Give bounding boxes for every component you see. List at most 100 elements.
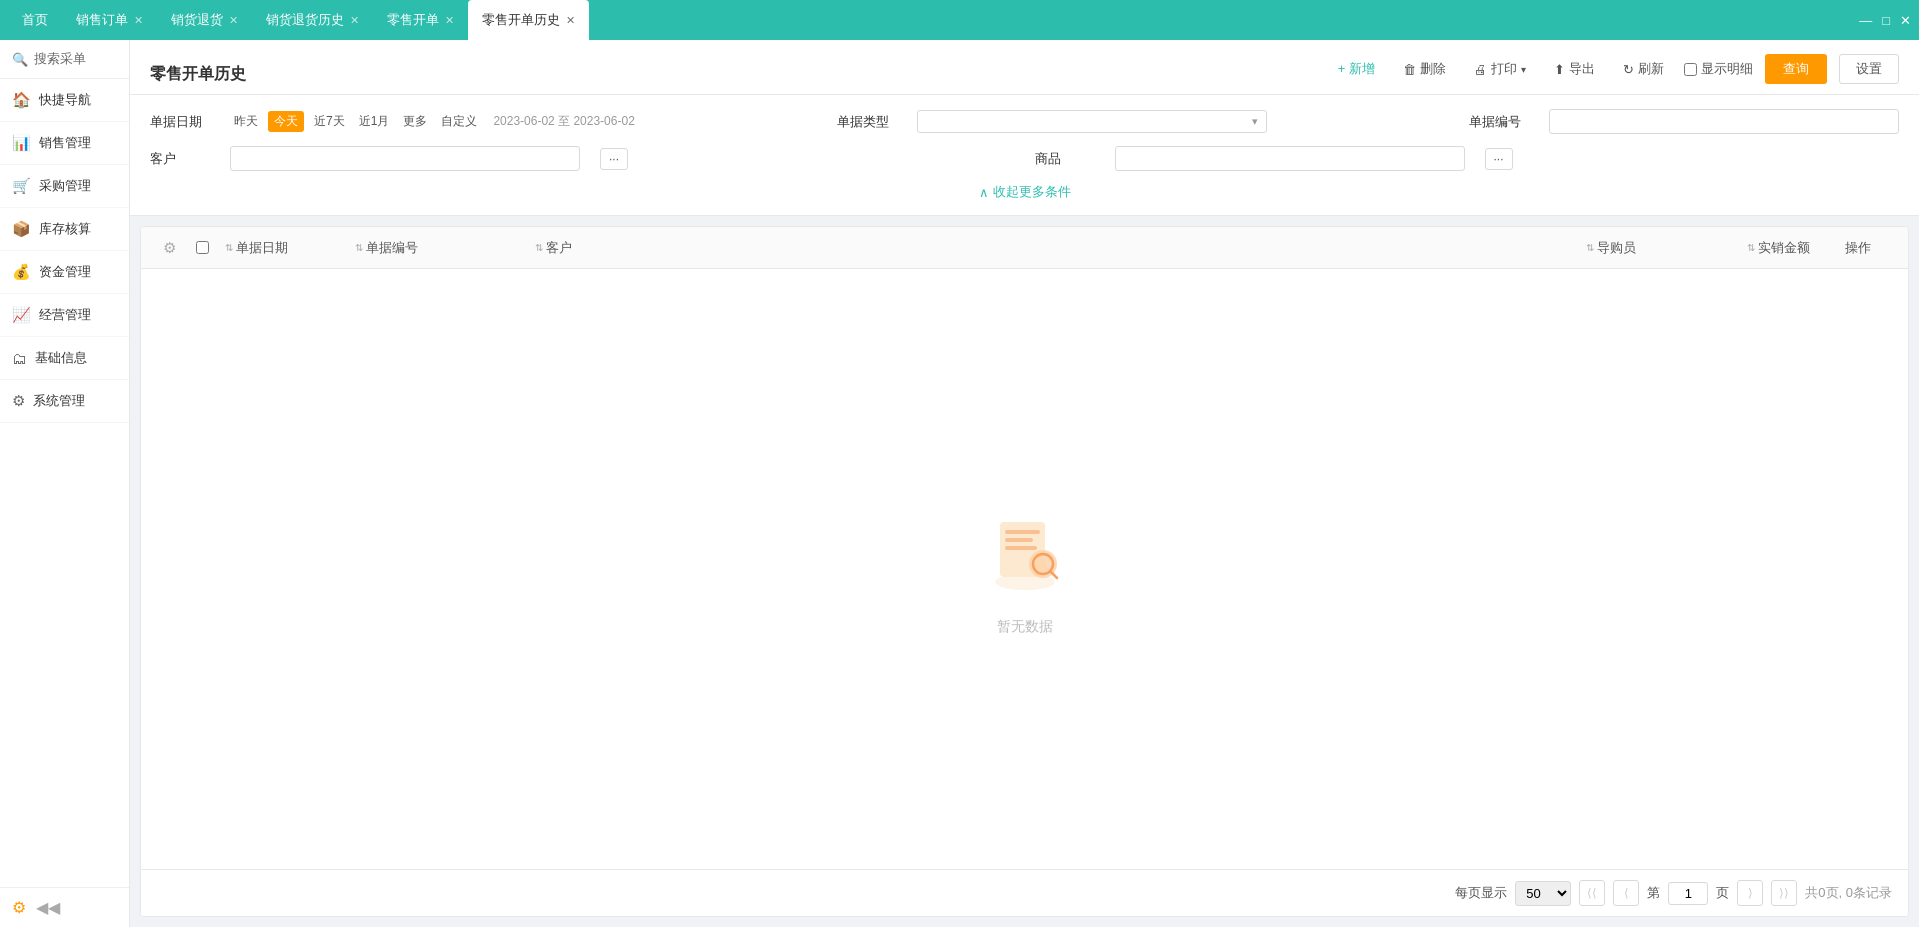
sidebar-collapse-icon[interactable]: ◀◀ [36,898,60,917]
tab-retail-order[interactable]: 零售开单 ✕ [373,0,468,40]
display-detail-toggle[interactable]: 显示明细 [1684,60,1753,78]
basics-icon: 🗂 [12,350,27,367]
last-page-button[interactable]: ⟩⟩ [1771,880,1797,906]
col-guide-sort-icon: ⇅ [1586,242,1594,253]
display-detail-label: 显示明细 [1701,60,1753,78]
date-custom[interactable]: 自定义 [437,111,481,132]
add-label: + 新增 [1338,60,1375,78]
sidebar-item-basics-label: 基础信息 [35,349,87,367]
current-page-input[interactable] [1668,882,1708,905]
empty-icon [975,502,1075,602]
goods-input[interactable] [1115,146,1465,171]
export-label: 导出 [1569,60,1595,78]
customer-input[interactable] [230,146,580,171]
tab-retail-history[interactable]: 零售开单历史 ✕ [468,0,589,40]
date-more[interactable]: 更多 [399,111,431,132]
col-header-customer[interactable]: ⇅ 客户 [527,239,1578,257]
per-page-select[interactable]: 10 20 50 100 [1515,881,1571,906]
display-detail-checkbox[interactable] [1684,63,1697,76]
date-today[interactable]: 今天 [268,111,304,132]
inventory-icon: 📦 [12,220,31,238]
sidebar-search-label: 搜索采单 [34,50,86,68]
search-icon: 🔍 [12,52,28,67]
tab-return-history-close[interactable]: ✕ [350,14,359,27]
customer-ellipsis-button[interactable]: ··· [600,148,628,170]
sidebar-item-purchase[interactable]: 🛒 采购管理 [0,165,129,208]
date-yesterday[interactable]: 昨天 [230,111,262,132]
col-header-guide[interactable]: ⇅ 导购员 [1578,239,1698,257]
sidebar-item-operations[interactable]: 📈 经营管理 [0,294,129,337]
tab-home-label: 首页 [22,11,48,29]
refresh-label: 刷新 [1638,60,1664,78]
add-button[interactable]: + 新增 [1330,56,1383,82]
settings-gear-icon[interactable]: ⚙ [12,898,26,917]
first-page-button[interactable]: ⟨⟨ [1579,880,1605,906]
sidebar-item-system[interactable]: ⚙ 系统管理 [0,380,129,423]
select-all-checkbox-wrap[interactable] [187,241,217,254]
tab-retail-order-label: 零售开单 [387,11,439,29]
col-header-amount[interactable]: ⇅ 实销金额 [1698,239,1818,257]
table-settings-icon[interactable]: ⚙ [151,239,187,257]
top-tabbar: 首页 销售订单 ✕ 销货退货 ✕ 销货退货历史 ✕ 零售开单 ✕ 零售开单历史 … [0,0,1919,40]
page-label-prefix: 第 [1647,884,1660,902]
col-header-date[interactable]: ⇅ 单据日期 [217,239,347,257]
type-select[interactable]: ▾ [917,110,1267,133]
set-button[interactable]: 设置 [1839,54,1899,84]
tab-return[interactable]: 销货退货 ✕ [157,0,252,40]
date-label: 单据日期 [150,113,210,131]
export-icon: ⬆ [1554,62,1565,77]
col-header-order[interactable]: ⇅ 单据编号 [347,239,527,257]
shortcuts-icon: 🏠 [12,91,31,109]
tab-retail-order-close[interactable]: ✕ [445,14,454,27]
tab-sales-order[interactable]: 销售订单 ✕ [62,0,157,40]
sidebar-item-purchase-label: 采购管理 [39,177,91,195]
order-no-label: 单据编号 [1469,113,1529,131]
query-button[interactable]: 查询 [1765,54,1827,84]
sidebar-item-inventory[interactable]: 📦 库存核算 [0,208,129,251]
sidebar-search[interactable]: 🔍 搜索采单 [0,40,129,79]
close-button[interactable]: ✕ [1900,13,1911,28]
tab-return-history-label: 销货退货历史 [266,11,344,29]
collapse-more-button[interactable]: ∧ 收起更多条件 [150,183,1899,201]
tab-home[interactable]: 首页 [8,0,62,40]
page-total: 共0页, 0条记录 [1805,884,1892,902]
operations-icon: 📈 [12,306,31,324]
print-icon: 🖨 [1474,62,1487,77]
tab-return-history[interactable]: 销货退货历史 ✕ [252,0,373,40]
delete-button[interactable]: 🗑 删除 [1395,56,1454,82]
minimize-button[interactable]: — [1859,13,1872,28]
col-guide-label: 导购员 [1597,239,1636,257]
sidebar-item-sales[interactable]: 📊 销售管理 [0,122,129,165]
sidebar-item-basics[interactable]: 🗂 基础信息 [0,337,129,380]
sidebar-item-inventory-label: 库存核算 [39,220,91,238]
date-options: 昨天 今天 近7天 近1月 更多 自定义 2023-06-02 至 2023-0… [230,111,635,132]
order-no-input[interactable] [1549,109,1899,134]
sidebar-item-finance[interactable]: 💰 资金管理 [0,251,129,294]
export-button[interactable]: ⬆ 导出 [1546,56,1603,82]
finance-icon: 💰 [12,263,31,281]
sidebar-item-finance-label: 资金管理 [39,263,91,281]
col-date-sort-icon: ⇅ [225,242,233,253]
pagination: 每页显示 10 20 50 100 ⟨⟨ ⟨ 第 页 ⟩ ⟩⟩ 共0页, 0条记… [141,869,1908,916]
refresh-button[interactable]: ↻ 刷新 [1615,56,1672,82]
next-page-button[interactable]: ⟩ [1737,880,1763,906]
print-button[interactable]: 🖨 打印 ▾ [1466,56,1534,82]
sidebar-item-operations-label: 经营管理 [39,306,91,324]
goods-label: 商品 [1035,150,1095,168]
tab-sales-order-close[interactable]: ✕ [134,14,143,27]
maximize-button[interactable]: □ [1882,13,1890,28]
date-1month[interactable]: 近1月 [355,111,394,132]
tab-retail-history-close[interactable]: ✕ [566,14,575,27]
prev-page-button[interactable]: ⟨ [1613,880,1639,906]
col-customer-label: 客户 [546,239,572,257]
date-7days[interactable]: 近7天 [310,111,349,132]
page-header: 零售开单历史 + 新增 🗑 删除 🖨 打印 ▾ ⬆ 导出 [130,40,1919,95]
customer-label: 客户 [150,150,210,168]
goods-ellipsis-button[interactable]: ··· [1485,148,1513,170]
sidebar: 🔍 搜索采单 🏠 快捷导航 📊 销售管理 🛒 采购管理 📦 库存核算 💰 资金管… [0,40,130,927]
select-all-checkbox[interactable] [196,241,209,254]
collapse-up-icon: ∧ [979,185,989,200]
tab-return-close[interactable]: ✕ [229,14,238,27]
col-date-label: 单据日期 [236,239,288,257]
sidebar-item-shortcuts[interactable]: 🏠 快捷导航 [0,79,129,122]
